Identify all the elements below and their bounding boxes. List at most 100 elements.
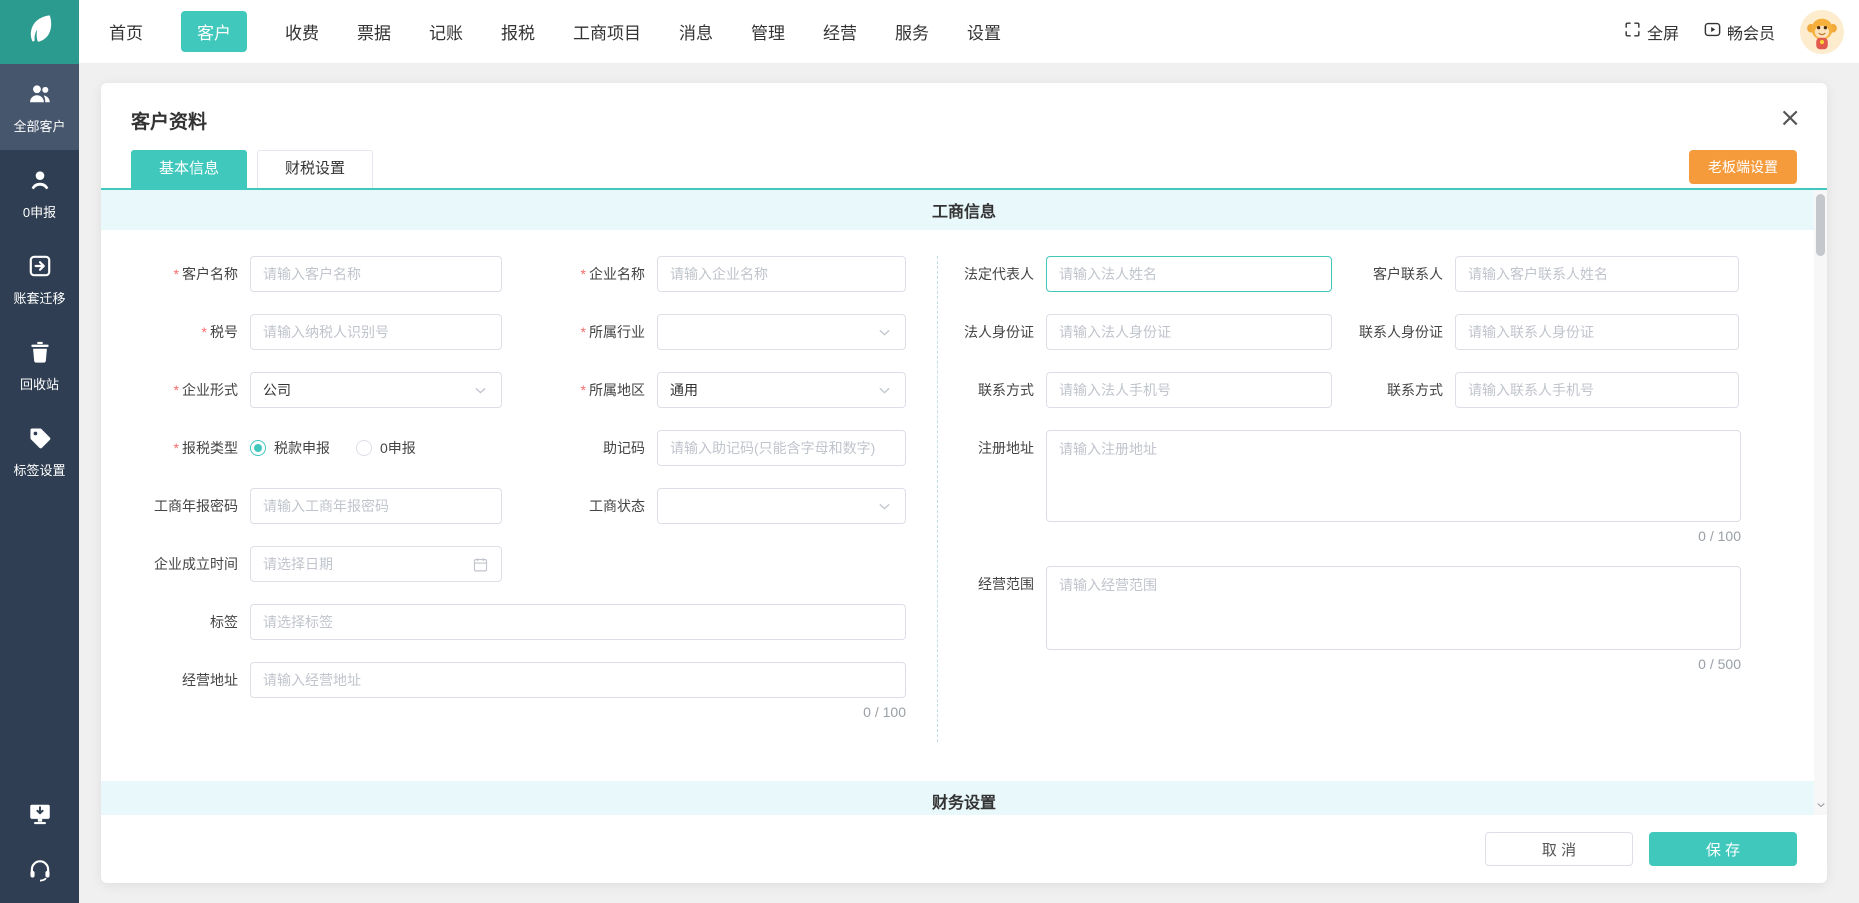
app-logo[interactable] <box>0 0 79 64</box>
sidebar-item-label: 账套迁移 <box>13 291 66 306</box>
form-row: 经营地址 0 / 100 <box>101 662 937 720</box>
form-field-legal-person: 法定代表人 <box>938 256 1332 292</box>
tax-type-option-0[interactable]: 税款申报 <box>250 438 330 458</box>
modal-scrollbar[interactable] <box>1814 190 1827 815</box>
establish-date-input[interactable] <box>263 556 472 572</box>
download-icon[interactable] <box>27 801 53 827</box>
sidebar-item-tag-settings[interactable]: 标签设置 <box>0 408 79 494</box>
nav-item-6[interactable]: 工商项目 <box>573 19 641 44</box>
customer-contact-input[interactable] <box>1468 266 1726 282</box>
fullscreen-label: 全屏 <box>1646 25 1679 43</box>
field-label-legal-phone: 联系方式 <box>978 382 1034 398</box>
top-bar: 首页 客户 收费 票据 记账 报税 工商项目 消息 管理 经营 服务 设置 全屏 畅会员 <box>0 0 1859 64</box>
form-field-business-status: 工商状态 <box>502 488 906 524</box>
legal-person-input[interactable] <box>1059 266 1319 282</box>
contact-id-input[interactable] <box>1468 324 1726 340</box>
close-icon[interactable]: × <box>1779 105 1801 131</box>
customer-name-field <box>250 256 502 292</box>
nav-item-5[interactable]: 报税 <box>501 19 535 44</box>
business-status-select[interactable] <box>657 488 906 524</box>
legal-id-input[interactable] <box>1059 324 1319 340</box>
tags-input[interactable] <box>263 614 893 630</box>
company-name-input[interactable] <box>670 266 893 282</box>
field-label-contact-id: 联系人身份证 <box>1359 324 1443 340</box>
member-button[interactable]: 畅会员 <box>1703 20 1775 44</box>
field-label-customer-name: * 客户名称 <box>173 266 238 282</box>
nav-item-4[interactable]: 记账 <box>429 19 463 44</box>
sidebar-item-label: 标签设置 <box>13 463 66 478</box>
business-address-input[interactable] <box>263 672 893 688</box>
register-address-textarea[interactable] <box>1046 430 1741 522</box>
tax-type-option-1[interactable]: 0申报 <box>356 438 416 458</box>
form-field-tax-type: * 报税类型 税款申报 0申报 <box>101 430 502 466</box>
nav-item-2[interactable]: 收费 <box>285 19 319 44</box>
nav-item-1[interactable]: 客户 <box>181 11 247 52</box>
required-asterisk: * <box>580 382 586 398</box>
sidebar-items: 全部客户 0申报账套迁移回收站标签设置 <box>0 64 79 494</box>
chevron-down-icon[interactable] <box>1814 799 1827 811</box>
form-left-column: *客户名称*企业名称*税号*所属行业*企业形式公司*所属地区通用*报税类型税款申… <box>101 256 937 742</box>
save-button[interactable]: 保 存 <box>1649 832 1797 866</box>
trash-icon <box>27 339 53 365</box>
required-asterisk: * <box>580 266 586 282</box>
field-label-business-scope: 经营范围 <box>978 576 1034 592</box>
form-field-company-name: * 企业名称 <box>502 256 906 292</box>
play-icon <box>1703 20 1722 44</box>
nav-item-9[interactable]: 经营 <box>823 19 857 44</box>
customer-profile-modal: 客户资料 × 基本信息财税设置老板端设置 工商信息 *客户名称*企业名称*税号*… <box>101 83 1827 883</box>
nav-item-0[interactable]: 首页 <box>109 19 143 44</box>
sidebar-item-account-migrate[interactable]: 账套迁移 <box>0 236 79 322</box>
select-value: 通用 <box>670 382 698 398</box>
form-row: *客户名称 *企业名称 <box>101 256 937 292</box>
radio-checked-icon[interactable] <box>250 440 266 456</box>
scrollbar-thumb[interactable] <box>1816 194 1825 256</box>
radio-unchecked-icon[interactable] <box>356 440 372 456</box>
tag-icon <box>27 425 53 451</box>
field-with-counter: 0 / 100 <box>250 662 906 720</box>
form-field-customer-contact: 客户联系人 <box>1332 256 1739 292</box>
headset-icon[interactable] <box>27 857 53 883</box>
company-name-field <box>657 256 906 292</box>
avatar[interactable] <box>1799 9 1845 55</box>
char-counter: 0 / 100 <box>1698 528 1741 544</box>
form-row: 经营范围 0 / 500 <box>938 566 1797 672</box>
tab-1[interactable]: 财税设置 <box>257 150 374 188</box>
legal-phone-input[interactable] <box>1059 382 1319 398</box>
industry-select[interactable] <box>657 314 906 350</box>
annual-report-password-input[interactable] <box>263 498 489 514</box>
boss-settings-button[interactable]: 老板端设置 <box>1689 150 1797 184</box>
sidebar: 全部客户 0申报账套迁移回收站标签设置 <box>0 64 79 903</box>
nav-item-11[interactable]: 设置 <box>967 19 1001 44</box>
region-select[interactable]: 通用 <box>657 372 906 408</box>
form-row: 联系方式 联系方式 <box>938 372 1797 408</box>
users-icon <box>27 81 53 107</box>
company-form-select[interactable]: 公司 <box>250 372 502 408</box>
modal-tabs: 基本信息 财税设置 老板端设置 <box>101 150 1827 188</box>
cancel-button[interactable]: 取 消 <box>1485 832 1633 866</box>
sidebar-item-all-clients[interactable]: 全部客户 <box>0 64 79 150</box>
nav-item-3[interactable]: 票据 <box>357 19 391 44</box>
customer-name-input[interactable] <box>263 266 489 282</box>
nav-item-8[interactable]: 管理 <box>751 19 785 44</box>
sidebar-item-recycle-bin[interactable]: 回收站 <box>0 322 79 408</box>
mnemonic-code-input[interactable] <box>670 440 893 456</box>
form-row: *税号 *所属行业 <box>101 314 937 350</box>
form-field-establish-date: 企业成立时间 <box>101 546 502 582</box>
form-field-register-address: 注册地址 0 / 100 <box>938 430 1741 544</box>
form-field-legal-phone: 联系方式 <box>938 372 1332 408</box>
tax-type-radio-group: 税款申报 0申报 <box>250 430 502 466</box>
radio-option-label: 0申报 <box>380 440 416 456</box>
sidebar-item-zero-declare[interactable]: 0申报 <box>0 150 79 236</box>
nav-item-7[interactable]: 消息 <box>679 19 713 44</box>
legal-phone-field <box>1046 372 1332 408</box>
form: *客户名称*企业名称*税号*所属行业*企业形式公司*所属地区通用*报税类型税款申… <box>101 230 1827 742</box>
form-field-mnemonic-code: 助记码 <box>502 430 906 466</box>
nav-item-10[interactable]: 服务 <box>895 19 929 44</box>
tab-0[interactable]: 基本信息 <box>131 150 248 188</box>
modal-footer: 取 消 保 存 <box>101 815 1827 883</box>
declare-icon <box>27 167 53 193</box>
fullscreen-button[interactable]: 全屏 <box>1623 20 1679 44</box>
tax-no-input[interactable] <box>263 324 489 340</box>
contact-phone-input[interactable] <box>1468 382 1726 398</box>
business-scope-textarea[interactable] <box>1046 566 1741 650</box>
